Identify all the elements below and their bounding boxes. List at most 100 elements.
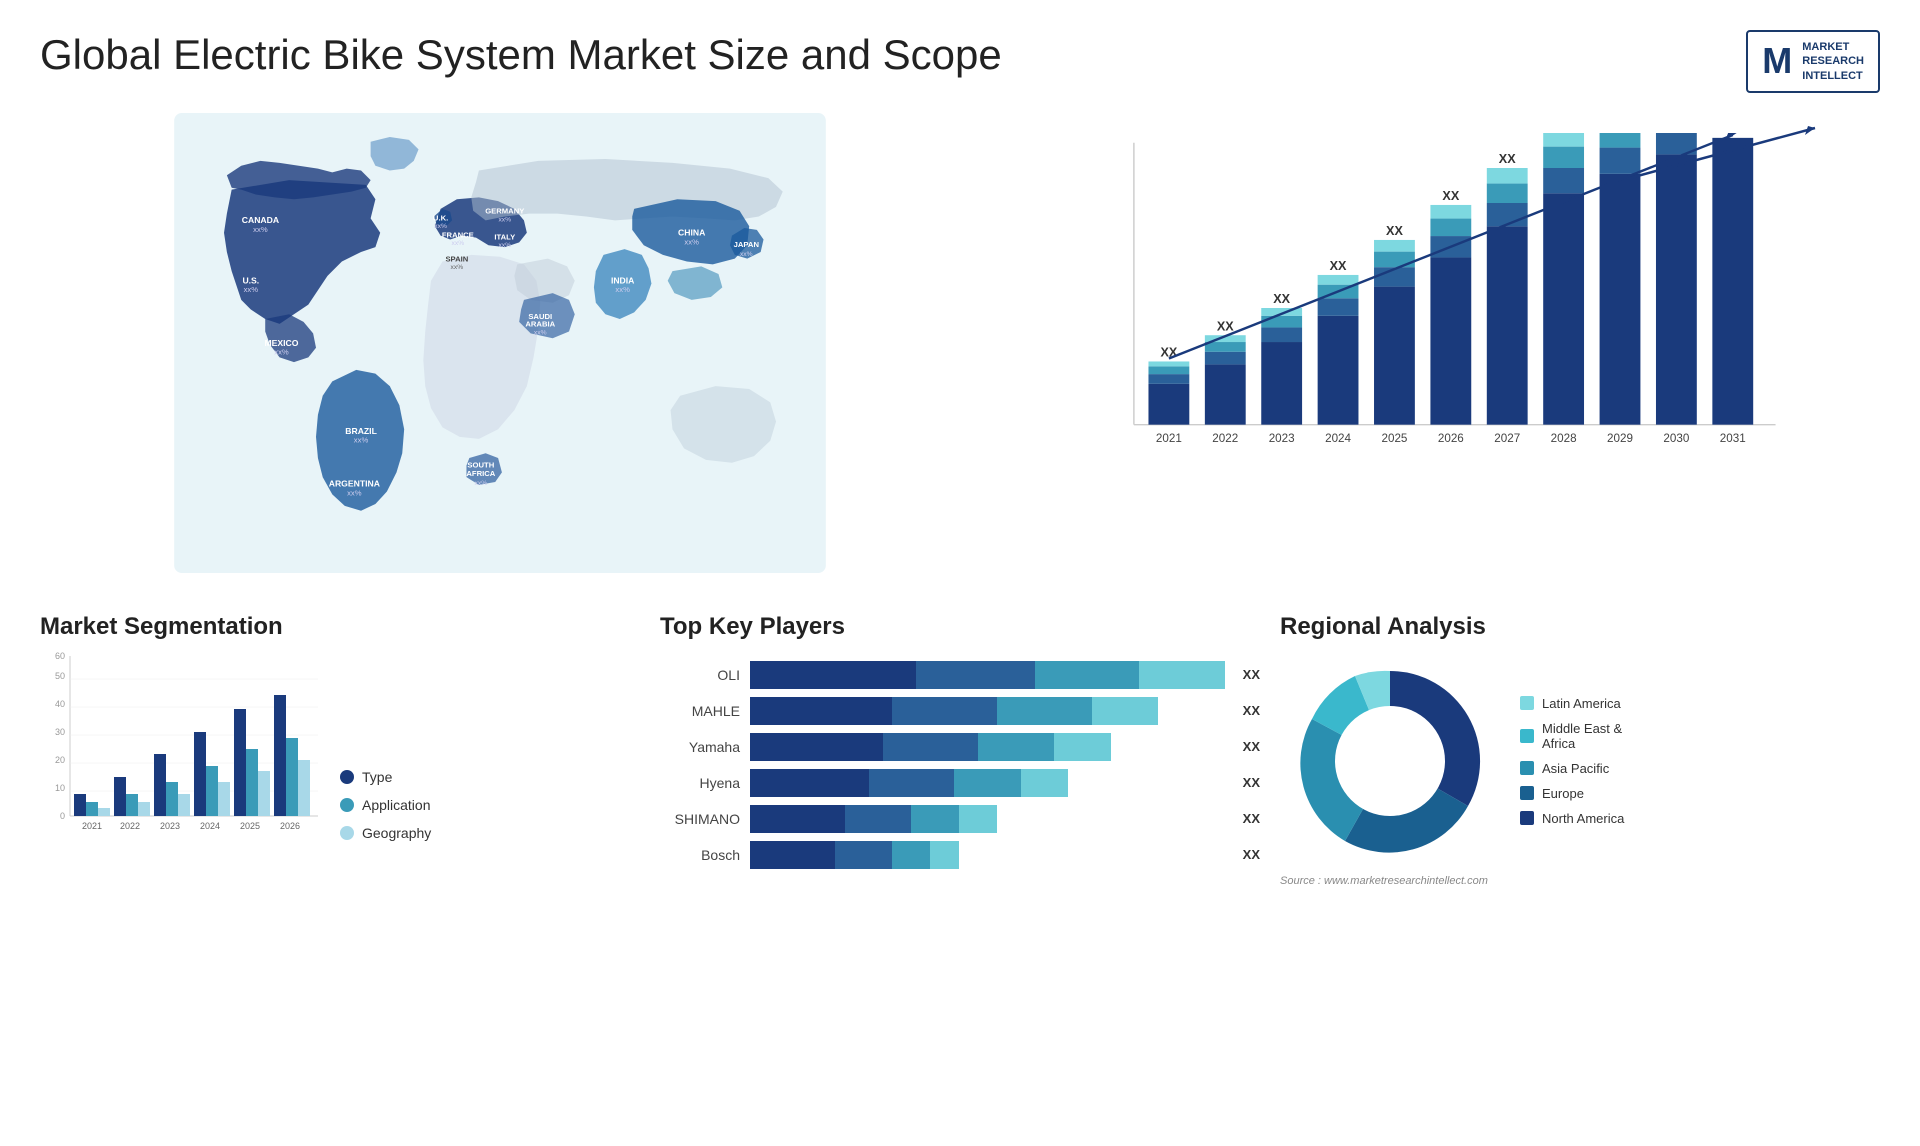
svg-text:2029: 2029 (1607, 432, 1633, 445)
legend-latin-dot (1520, 696, 1534, 710)
player-xx-oli: XX (1243, 667, 1260, 682)
svg-text:40: 40 (55, 699, 65, 709)
svg-text:2024: 2024 (1325, 432, 1351, 445)
svg-text:xx%: xx% (684, 237, 699, 246)
legend-type-dot (340, 770, 354, 784)
bar-chart-section: XX 2021 XX 2022 XX 2023 (960, 103, 1880, 603)
svg-text:xx%: xx% (475, 480, 488, 487)
player-xx-yamaha: XX (1243, 739, 1260, 754)
map-container: CANADA xx% U.S. xx% MEXICO xx% BRAZIL xx… (40, 113, 960, 573)
svg-text:0: 0 (60, 811, 65, 821)
svg-text:2030: 2030 (1663, 432, 1689, 445)
regional-title: Regional Analysis (1280, 613, 1880, 641)
legend-europe-label: Europe (1542, 786, 1584, 801)
segment-bars-svg: 0 10 20 30 40 50 60 2021 (40, 651, 320, 861)
svg-text:2027: 2027 (1494, 432, 1520, 445)
player-name-shimano: SHIMANO (660, 811, 740, 827)
svg-text:2021: 2021 (1156, 432, 1182, 445)
svg-text:AFRICA: AFRICA (466, 469, 495, 478)
legend-type-label: Type (362, 769, 392, 785)
svg-text:SOUTH: SOUTH (467, 460, 494, 469)
player-row-oli: OLI XX (660, 661, 1260, 689)
svg-text:INDIA: INDIA (611, 275, 634, 285)
legend-application-dot (340, 798, 354, 812)
legend-type: Type (340, 769, 431, 785)
legend-application-label: Application (362, 797, 431, 813)
svg-text:2026: 2026 (1438, 432, 1464, 445)
top-row: CANADA xx% U.S. xx% MEXICO xx% BRAZIL xx… (0, 103, 1920, 603)
svg-text:XX: XX (1499, 152, 1516, 166)
regional-legend: Latin America Middle East &Africa Asia P… (1520, 696, 1624, 826)
legend-north-america: North America (1520, 811, 1624, 826)
player-bar-yamaha (750, 733, 1225, 761)
svg-text:2021: 2021 (82, 821, 102, 831)
logo-letter: M (1762, 40, 1792, 82)
player-row-yamaha: Yamaha XX (660, 733, 1260, 761)
bottom-row: Market Segmentation 0 10 20 30 40 50 60 (0, 603, 1920, 907)
bar-chart-svg: XX 2021 XX 2022 XX 2023 (1050, 133, 1840, 483)
legend-asia-label: Asia Pacific (1542, 761, 1609, 776)
svg-text:xx%: xx% (498, 242, 511, 249)
player-bar-shimano (750, 805, 1225, 833)
legend-mideast-dot (1520, 729, 1534, 743)
svg-text:xx%: xx% (740, 251, 753, 258)
player-name-oli: OLI (660, 667, 740, 683)
svg-text:XX: XX (1330, 259, 1347, 273)
svg-text:MEXICO: MEXICO (265, 338, 299, 348)
svg-text:xx%: xx% (274, 347, 289, 356)
legend-northam-dot (1520, 811, 1534, 825)
regional-content: Latin America Middle East &Africa Asia P… (1280, 651, 1880, 871)
header: Global Electric Bike System Market Size … (0, 0, 1920, 103)
svg-text:ITALY: ITALY (494, 232, 515, 241)
source-text: Source : www.marketresearchintellect.com (1280, 871, 1880, 887)
svg-text:2025: 2025 (240, 821, 260, 831)
svg-text:xx%: xx% (451, 264, 464, 271)
player-name-hyena: Hyena (660, 775, 740, 791)
svg-text:xx%: xx% (434, 223, 447, 230)
legend-latin-america: Latin America (1520, 696, 1624, 711)
svg-text:xx%: xx% (244, 285, 259, 294)
svg-text:U.S.: U.S. (242, 275, 259, 285)
svg-text:xx%: xx% (452, 240, 465, 247)
svg-text:2026: 2026 (280, 821, 300, 831)
player-xx-shimano: XX (1243, 811, 1260, 826)
svg-text:xx%: xx% (253, 225, 268, 234)
legend-asia-dot (1520, 761, 1534, 775)
legend-europe: Europe (1520, 786, 1624, 801)
svg-text:FRANCE: FRANCE (442, 230, 474, 239)
svg-text:30: 30 (55, 727, 65, 737)
logo-text: MARKET RESEARCH INTELLECT (1802, 40, 1864, 83)
players-section: Top Key Players OLI XX MAHLE (660, 613, 1260, 887)
svg-text:ARGENTINA: ARGENTINA (329, 479, 380, 489)
svg-text:xx%: xx% (534, 329, 547, 336)
donut-chart (1280, 651, 1500, 871)
svg-text:CHINA: CHINA (678, 228, 705, 238)
svg-text:60: 60 (55, 651, 65, 661)
player-row-bosch: Bosch XX (660, 841, 1260, 869)
player-row-shimano: SHIMANO XX (660, 805, 1260, 833)
svg-text:JAPAN: JAPAN (734, 240, 760, 249)
player-name-bosch: Bosch (660, 847, 740, 863)
svg-text:2024: 2024 (200, 821, 220, 831)
svg-text:ARABIA: ARABIA (525, 320, 555, 329)
legend-northam-label: North America (1542, 811, 1624, 826)
legend-middle-east: Middle East &Africa (1520, 721, 1624, 751)
player-row-hyena: Hyena XX (660, 769, 1260, 797)
player-xx-mahle: XX (1243, 703, 1260, 718)
player-name-mahle: MAHLE (660, 703, 740, 719)
logo: M MARKET RESEARCH INTELLECT (1746, 30, 1880, 93)
segment-title: Market Segmentation (40, 613, 640, 641)
svg-text:U.K.: U.K. (433, 213, 448, 222)
svg-text:50: 50 (55, 671, 65, 681)
player-bar-hyena (750, 769, 1225, 797)
svg-text:10: 10 (55, 783, 65, 793)
player-bar-oli (750, 661, 1225, 689)
svg-text:XX: XX (1442, 189, 1459, 203)
svg-text:2023: 2023 (160, 821, 180, 831)
svg-text:2023: 2023 (1269, 432, 1295, 445)
regional-section: Regional Analysis (1280, 613, 1880, 887)
player-bar-bosch (750, 841, 1225, 869)
svg-text:xx%: xx% (347, 488, 362, 497)
svg-text:XX: XX (1386, 224, 1403, 238)
trend-arrow (1630, 123, 1830, 183)
